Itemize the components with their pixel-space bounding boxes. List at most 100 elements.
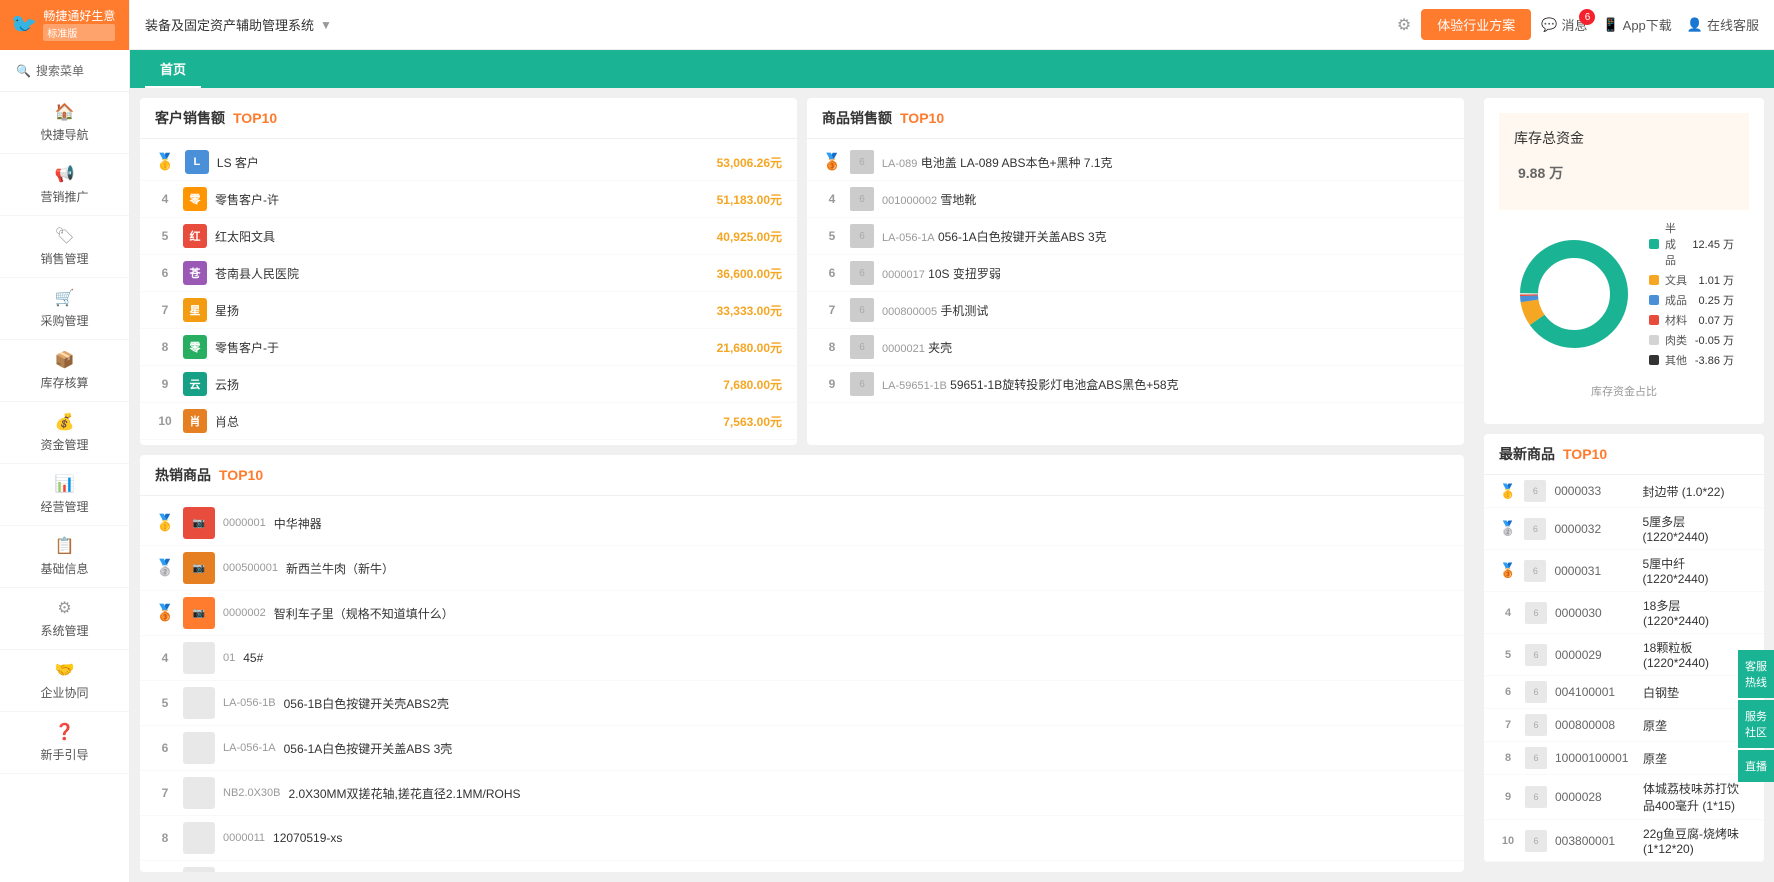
legend-label: 成品 (1665, 292, 1693, 308)
customer-rank-card: 客户销售额 TOP10 🥇 L LS 客户 53,006.26元 4 零 零售客… (140, 98, 797, 445)
product-sales-rank-item: 6 6 0000017 10S 变扭罗弱 (807, 255, 1464, 292)
sidebar-item-基础信息[interactable]: 📋基础信息 (0, 526, 129, 588)
legend-dot (1649, 355, 1659, 365)
legend-dot (1649, 275, 1659, 285)
tab-home[interactable]: 首页 (145, 51, 201, 88)
product-info: 0000021 夹壳 (882, 339, 952, 356)
product-sales-rank-title: 商品销售额 (822, 108, 892, 128)
product-thumb: 6 (850, 261, 874, 285)
float-button-客服热线[interactable]: 客服热线 (1738, 650, 1774, 698)
product-thumb: 📷 (183, 552, 215, 584)
sidebar-logo: 🐦 畅捷通好生意 标准版 (0, 0, 129, 50)
new-product-item: 9 6 0000028 体城荔枝味苏打饮品400毫升 (1*15) (1484, 775, 1764, 820)
product-name: 12070519-xs (273, 831, 342, 845)
product-info: 0000017 10S 变扭罗弱 (882, 265, 1001, 282)
hot-product-item: 4 01 45# (140, 636, 1464, 681)
legend-dot (1649, 335, 1659, 345)
rank-number: 6 (155, 263, 175, 283)
legend-value: 1.01 万 (1699, 272, 1734, 288)
main-area: 装备及固定资产辅助管理系统 ▼ ⚙ 体验行业方案 💬 消息 6 📱 App下载 … (130, 0, 1774, 882)
legend-label: 肉类 (1665, 332, 1689, 348)
new-product-item: 8 6 10000100001 原垄 (1484, 742, 1764, 775)
product-code: LA-056-1B (223, 697, 276, 709)
new-product-item: 5 6 0000029 18颗粒板 (1220*2440) (1484, 634, 1764, 676)
product-code: 01 (223, 652, 235, 664)
sidebar-item-系统管理[interactable]: ⚙系统管理 (0, 588, 129, 650)
rank-number: 7 (155, 300, 175, 320)
new-product-thumb: 6 (1525, 644, 1547, 666)
sidebar-item-经营管理[interactable]: 📊经营管理 (0, 464, 129, 526)
product-sales-rank-top10: TOP10 (900, 110, 944, 126)
app-download-button[interactable]: 📱 App下载 (1602, 15, 1671, 34)
new-product-code: 10000100001 (1555, 751, 1635, 765)
float-button-直播[interactable]: 直播 (1738, 750, 1774, 782)
trial-button[interactable]: 体验行业方案 (1421, 9, 1531, 40)
new-product-item: 6 6 004100001 白钢垫 (1484, 676, 1764, 709)
float-button-服务社区[interactable]: 服务社区 (1738, 700, 1774, 748)
product-sales-rank-card: 商品销售额 TOP10 🥉 6 LA-089 电池盖 LA-089 ABS本色+… (807, 98, 1464, 445)
content-area: 客户销售额 TOP10 🥇 L LS 客户 53,006.26元 4 零 零售客… (130, 88, 1774, 882)
sidebar-item-快捷导航[interactable]: 🏠快捷导航 (0, 92, 129, 154)
new-product-thumb: 6 (1524, 518, 1546, 540)
customer-rank-item: 4 零 零售客户-许 51,183.00元 (140, 181, 797, 218)
product-name: 中华神器 (274, 515, 322, 532)
product-code: 0000002 (223, 607, 266, 619)
rank-avatar: 零 (183, 187, 207, 211)
rank-avatar: 云 (183, 372, 207, 396)
legend-label: 半成品 (1665, 220, 1686, 268)
new-product-thumb: 6 (1525, 602, 1547, 624)
chevron-down-icon: ▼ (320, 18, 332, 32)
new-product-name: 5厘中纤 (1220*2440) (1642, 555, 1749, 586)
rank-number: 4 (155, 189, 175, 209)
sidebar-item-销售管理[interactable]: 🏷销售管理 (0, 216, 129, 278)
topbar-right: 💬 消息 6 📱 App下载 👤 在线客服 (1541, 15, 1759, 34)
product-code: 0000001 (223, 517, 266, 529)
new-product-name: 18颗粒板 (1220*2440) (1643, 639, 1749, 670)
hot-product-item: 8 0000011 12070519-xs (140, 816, 1464, 861)
hot-products-card: 热销商品 TOP10 🥇 📷 0000001 中华神器 🥈 📷 00050000… (140, 455, 1464, 872)
logo-icon: 🐦 (10, 12, 37, 38)
tabbar: 首页 (130, 50, 1774, 88)
legend-label: 其他 (1665, 352, 1689, 368)
product-thumb (183, 867, 215, 872)
search-icon: 🔍 (16, 64, 31, 78)
customer-rank-header: 客户销售额 TOP10 (140, 98, 797, 139)
online-service-button[interactable]: 👤 在线客服 (1687, 15, 1759, 34)
product-info: 001000002 雪地靴 (882, 191, 976, 208)
product-info: 000800005 手机测试 (882, 302, 988, 319)
system-selector[interactable]: 装备及固定资产辅助管理系统 ▼ (145, 15, 1387, 34)
logo-text: 畅捷通好生意 (43, 9, 115, 25)
rank-avatar: 肖 (183, 409, 207, 433)
new-product-name: 5厘多层 (1220*2440) (1642, 513, 1749, 544)
rank-name: 云扬 (215, 376, 715, 393)
sidebar-item-企业协同[interactable]: 🤝企业协同 (0, 650, 129, 712)
sidebar-item-资金管理[interactable]: 💰资金管理 (0, 402, 129, 464)
new-product-item: 🥉 6 0000031 5厘中纤 (1220*2440) (1484, 550, 1764, 592)
message-icon: 💬 (1541, 17, 1557, 33)
sidebar-item-采购管理[interactable]: 🛒采购管理 (0, 278, 129, 340)
sidebar-item-新手引导[interactable]: ❓新手引导 (0, 712, 129, 774)
top-ranking-section: 客户销售额 TOP10 🥇 L LS 客户 53,006.26元 4 零 零售客… (140, 98, 1464, 445)
topbar: 装备及固定资产辅助管理系统 ▼ ⚙ 体验行业方案 💬 消息 6 📱 App下载 … (130, 0, 1774, 50)
main-columns: 客户销售额 TOP10 🥇 L LS 客户 53,006.26元 4 零 零售客… (130, 88, 1474, 882)
sidebar-item-库存核算[interactable]: 📦库存核算 (0, 340, 129, 402)
new-products-header: 最新商品 TOP10 (1484, 434, 1764, 475)
product-sales-rank-item: 4 6 001000002 雪地靴 (807, 181, 1464, 218)
product-name: 智利车子里（规格不知道填什么） (274, 605, 454, 622)
mobile-icon: 📱 (1602, 17, 1618, 33)
new-product-thumb: 6 (1525, 747, 1547, 769)
new-product-thumb: 6 (1525, 830, 1547, 852)
sidebar-item-营销推广[interactable]: 📢营销推广 (0, 154, 129, 216)
product-sales-rank-item: 5 6 LA-056-1A 056-1A白色按键开关盖ABS 3克 (807, 218, 1464, 255)
rank-avatar: 星 (183, 298, 207, 322)
rank-avatar: L (185, 150, 209, 174)
float-buttons: 客服热线服务社区直播 (1738, 650, 1774, 782)
product-code: 0000011 (223, 832, 265, 844)
inventory-card: 库存总资金 9.88万 (1484, 98, 1764, 424)
product-thumb: 6 (850, 224, 874, 248)
gear-icon[interactable]: ⚙ (1397, 15, 1411, 35)
search-menu-button[interactable]: 🔍 搜索菜单 (10, 58, 119, 83)
product-thumb: 6 (850, 187, 874, 211)
product-name: 新西兰牛肉（新牛） (286, 560, 394, 577)
message-button[interactable]: 💬 消息 6 (1541, 15, 1587, 34)
